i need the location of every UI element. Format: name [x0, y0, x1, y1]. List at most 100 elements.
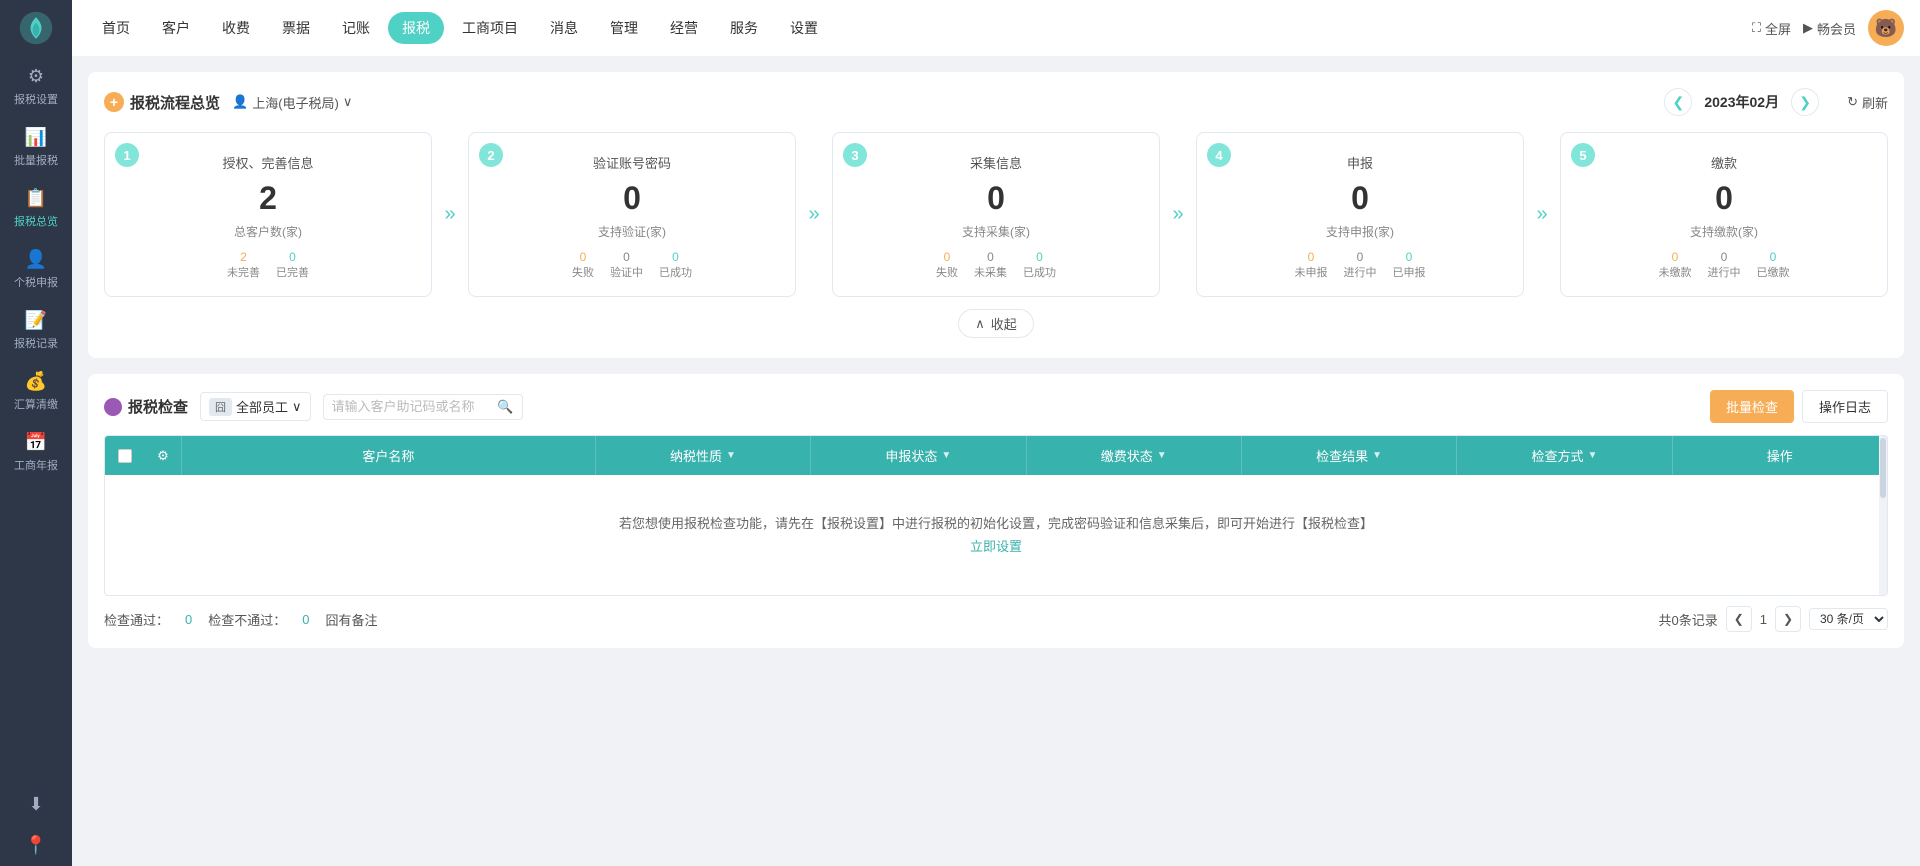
pagination: 共0条记录 ❮ 1 ❯ 30 条/页	[1659, 606, 1888, 632]
th-operation: 操作	[1672, 436, 1887, 475]
sidebar-item-personal-report[interactable]: 👤 个税申报	[0, 239, 72, 300]
check-header: 报税检查 囧 全部员工 ∨ 🔍 批量检查 操作日志	[104, 390, 1888, 423]
th-pay-status[interactable]: 缴费状态 ▼	[1026, 436, 1241, 475]
step-4-stat-mid[interactable]: 0	[1357, 250, 1364, 264]
step-3-subtitle: 支持采集(家)	[849, 223, 1143, 240]
nav-message[interactable]: 消息	[536, 12, 592, 44]
fail-count[interactable]: 0	[302, 612, 309, 627]
pass-count[interactable]: 0	[185, 612, 192, 627]
employee-filter[interactable]: 囧 全部员工 ∨	[200, 392, 311, 421]
step-4-stat-fail[interactable]: 0	[1308, 250, 1315, 264]
tax-settings-icon: ⚙	[28, 66, 44, 87]
setup-link[interactable]: 立即设置	[970, 539, 1022, 554]
personal-report-icon: 👤	[25, 249, 47, 270]
step-1-title: 授权、完善信息	[121, 153, 415, 172]
th-checkbox[interactable]	[105, 436, 145, 475]
search-wrap: 🔍	[323, 394, 523, 420]
pass-label: 检查通过：	[104, 610, 169, 629]
check-card: 报税检查 囧 全部员工 ∨ 🔍 批量检查 操作日志	[88, 374, 1904, 648]
step-5-num: 5	[1571, 143, 1595, 167]
sidebar-item-tax-overview[interactable]: 📋 报税总览	[0, 178, 72, 239]
step-2-stat-ok[interactable]: 0	[672, 250, 679, 264]
next-page-button[interactable]: ❯	[1775, 606, 1801, 632]
check-actions: 批量检查 操作日志	[1710, 390, 1888, 423]
table-scrollbar[interactable]	[1879, 436, 1887, 595]
prev-month-button[interactable]: ❮	[1664, 88, 1692, 116]
step-2-subtitle: 支持验证(家)	[485, 223, 779, 240]
sidebar-item-annual-report[interactable]: 📅 工商年报	[0, 422, 72, 483]
step-2-stats: 0 失败 0 验证中 0 已成功	[485, 250, 779, 280]
annual-report-icon: 📅	[25, 432, 47, 453]
nav-manage[interactable]: 管理	[596, 12, 652, 44]
step-4-count: 0	[1213, 180, 1507, 217]
location-icon: 📍	[25, 835, 47, 856]
nav-tax[interactable]: 报税	[388, 12, 444, 44]
scrollbar-thumb[interactable]	[1880, 438, 1886, 498]
step-2-stat-mid[interactable]: 0	[623, 250, 630, 264]
sidebar-item-tax-record[interactable]: 📝 报税记录	[0, 300, 72, 361]
nav-service[interactable]: 服务	[716, 12, 772, 44]
main-container: 首页 客户 收费 票据 记账 报税 工商项目 消息 管理 经营 服务 设置 ⛶ …	[72, 0, 1920, 866]
nav-operation[interactable]: 经营	[656, 12, 712, 44]
operation-log-button[interactable]: 操作日志	[1802, 390, 1888, 423]
step-3-num: 3	[843, 143, 867, 167]
step-5-stat-ok[interactable]: 0	[1770, 250, 1777, 264]
per-page-select[interactable]: 30 条/页	[1809, 608, 1888, 630]
nav-home[interactable]: 首页	[88, 12, 144, 44]
search-input[interactable]	[332, 399, 498, 414]
person-icon: 👤	[232, 94, 248, 110]
step-1-stat-fail-label: 未完善	[227, 264, 260, 280]
search-icon[interactable]: 🔍	[497, 399, 513, 415]
step-1-subtitle: 总客户数(家)	[121, 223, 415, 240]
th-check-method[interactable]: 检查方式 ▼	[1456, 436, 1671, 475]
th-declare-status[interactable]: 申报状态 ▼	[810, 436, 1025, 475]
vip-btn[interactable]: ▶ 畅会员	[1803, 19, 1856, 38]
th-gear[interactable]: ⚙	[145, 436, 181, 475]
top-nav: 首页 客户 收费 票据 记账 报税 工商项目 消息 管理 经营 服务 设置 ⛶ …	[72, 0, 1920, 56]
th-tax-type[interactable]: 纳税性质 ▼	[595, 436, 810, 475]
logo[interactable]	[0, 0, 72, 56]
sidebar-item-download[interactable]: ⬇	[0, 784, 72, 825]
tax-overview-icon: 📋	[25, 188, 47, 209]
step-2-stat-fail[interactable]: 0	[580, 250, 587, 264]
step-4-stat-ok[interactable]: 0	[1406, 250, 1413, 264]
location-badge[interactable]: 👤 上海(电子税局) ∨	[232, 93, 352, 112]
nav-invoice[interactable]: 票据	[268, 12, 324, 44]
fullscreen-icon: ⛶	[1752, 20, 1761, 36]
next-month-button[interactable]: ❯	[1791, 88, 1819, 116]
mascot-avatar[interactable]: 🐻	[1868, 10, 1904, 46]
sidebar-item-settlement[interactable]: 💰 汇算清缴	[0, 361, 72, 422]
nav-customer[interactable]: 客户	[148, 12, 204, 44]
nav-settings[interactable]: 设置	[776, 12, 832, 44]
step-1-stat-fail[interactable]: 2	[240, 250, 247, 264]
header-checkbox[interactable]	[118, 449, 132, 463]
sidebar: ⚙ 报税设置 📊 批量报税 📋 报税总览 👤 个税申报 📝 报税记录 💰 汇算清…	[0, 0, 72, 866]
step-1-stat-ok-label: 已完善	[276, 264, 309, 280]
step-3-stat-mid[interactable]: 0	[987, 250, 994, 264]
step-3-stat-fail[interactable]: 0	[944, 250, 951, 264]
check-table: ⚙ 客户名称 纳税性质 ▼ 申报状态 ▼ 缴费状态 ▼	[104, 435, 1888, 596]
collapse-button[interactable]: ∧ 收起	[958, 309, 1034, 338]
sidebar-item-batch-tax[interactable]: 📊 批量报税	[0, 117, 72, 178]
play-icon: ▶	[1803, 20, 1813, 36]
step-3-stat-ok[interactable]: 0	[1036, 250, 1043, 264]
step-arrow-4: »	[1524, 132, 1560, 297]
step-5-card: 5 缴款 0 支持缴款(家) 0 未缴款 0 进行中	[1560, 132, 1888, 297]
sidebar-item-location[interactable]: 📍	[0, 825, 72, 866]
nav-accounting[interactable]: 记账	[328, 12, 384, 44]
step-5-stat-fail[interactable]: 0	[1672, 250, 1679, 264]
step-5-stats: 0 未缴款 0 进行中 0 已缴款	[1577, 250, 1871, 280]
check-circle-icon	[104, 398, 122, 416]
th-check-result[interactable]: 检查结果 ▼	[1241, 436, 1456, 475]
batch-check-button[interactable]: 批量检查	[1710, 390, 1794, 423]
step-1-stat-ok[interactable]: 0	[289, 250, 296, 264]
sidebar-item-tax-settings[interactable]: ⚙ 报税设置	[0, 56, 72, 117]
step-3-stats: 0 失败 0 未采集 0 已成功	[849, 250, 1143, 280]
refresh-button[interactable]: ↻ 刷新	[1847, 93, 1888, 112]
fullscreen-btn[interactable]: ⛶ 全屏	[1752, 19, 1791, 38]
step-arrow-3: »	[1160, 132, 1196, 297]
step-5-stat-mid[interactable]: 0	[1721, 250, 1728, 264]
prev-page-button[interactable]: ❮	[1726, 606, 1752, 632]
nav-business[interactable]: 工商项目	[448, 12, 532, 44]
nav-fee[interactable]: 收费	[208, 12, 264, 44]
